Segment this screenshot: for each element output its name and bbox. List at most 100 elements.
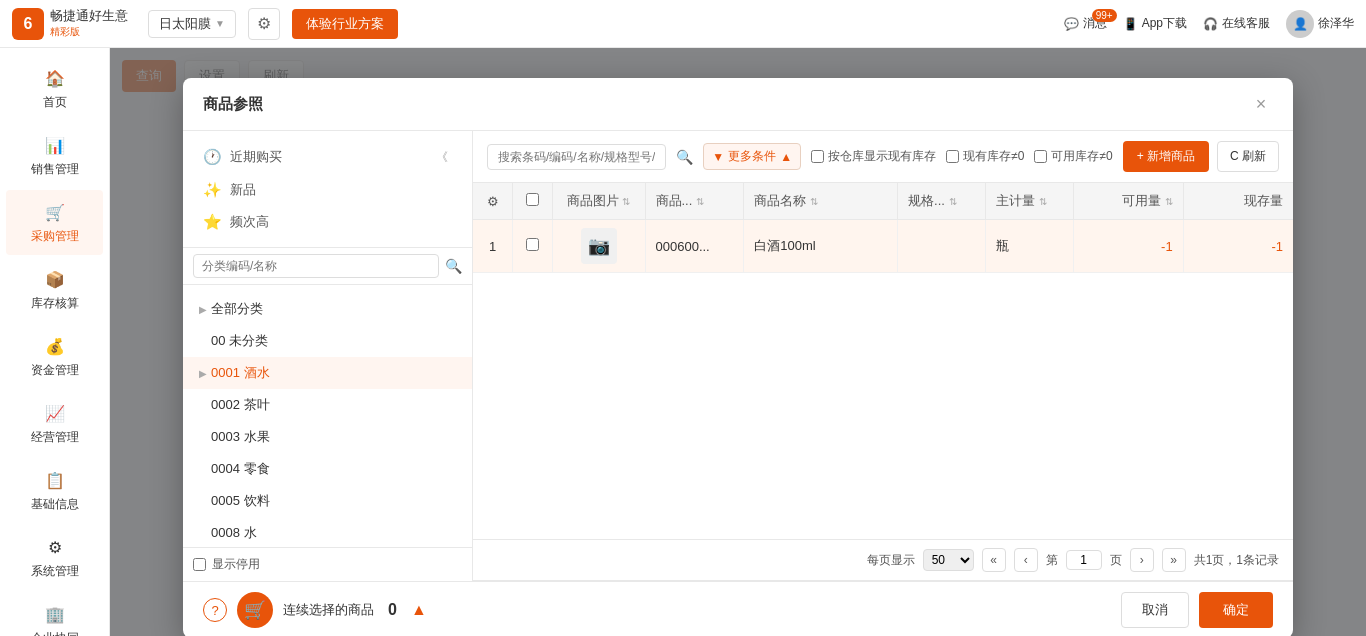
category-snack-label: 0004 零食 [211,460,270,478]
th-img[interactable]: 商品图片 ⇅ [552,183,645,220]
page-first-btn[interactable]: « [982,548,1006,572]
store-selector[interactable]: 日太阳膜 ▼ [148,10,236,38]
category-uncategorized-label: 00 未分类 [211,332,268,350]
settings-gear-icon[interactable]: ⚙ [248,8,280,40]
th-unit[interactable]: 主计量 ⇅ [985,183,1073,220]
experience-btn[interactable]: 体验行业方案 [292,9,398,39]
sort-name-icon: ⇅ [810,196,818,207]
th-avail-label: 可用量 [1122,193,1161,208]
category-item-water[interactable]: 0008 水 [183,517,472,547]
stock-nonzero-checkbox[interactable] [946,150,959,163]
sidebar-item-inventory[interactable]: 📦 库存核算 [6,257,103,322]
add-product-btn[interactable]: + 新增商品 [1123,141,1209,172]
refresh-btn[interactable]: C 刷新 [1217,141,1279,172]
th-code[interactable]: 商品... ⇅ [645,183,744,220]
page-last-btn[interactable]: » [1162,548,1186,572]
product-img-icon: 📷 [588,235,610,257]
th-stock[interactable]: 现存量 [1183,183,1293,220]
sidebar-label-home: 首页 [43,94,67,111]
recent-section: 🕐 近期购买 《 ✨ 新品 ⭐ 频次高 [183,131,472,248]
service-item[interactable]: 🎧 在线客服 [1203,15,1270,32]
system-icon: ⚙ [43,535,67,559]
sidebar-item-purchase[interactable]: 🛒 采购管理 [6,190,103,255]
per-page-select[interactable]: 50 20 100 [923,549,974,571]
app-download-item[interactable]: 📱 App下载 [1123,15,1187,32]
sidebar-item-system[interactable]: ⚙ 系统管理 [6,525,103,590]
page-next-btn[interactable]: › [1130,548,1154,572]
modal-footer: ? 🛒 连续选择的商品 0 ▲ 取消 确定 [183,581,1293,636]
sidebar-item-basic[interactable]: 📋 基础信息 [6,458,103,523]
row-checkbox[interactable] [526,238,539,251]
category-item-beverage[interactable]: 0005 饮料 [183,485,472,517]
page-label: 第 [1046,552,1058,569]
th-code-label: 商品... [656,193,693,208]
sidebar-label-operation: 经营管理 [31,429,79,446]
warehouse-display-checkbox[interactable] [811,150,824,163]
usable-nonzero-checkbox-label[interactable]: 可用库存≠0 [1034,148,1112,165]
category-item-snack[interactable]: 0004 零食 [183,453,472,485]
footer-collapse-icon[interactable]: ▲ [411,601,427,619]
cart-btn[interactable]: 🛒 [237,592,273,628]
product-reference-modal: 商品参照 × 🕐 近期购买 《 [183,78,1293,636]
th-name[interactable]: 商品名称 ⇅ [744,183,898,220]
category-search-icon[interactable]: 🔍 [445,258,462,274]
sidebar-item-sales[interactable]: 📊 销售管理 [6,123,103,188]
row-img: 📷 [552,220,645,273]
product-search-icon[interactable]: 🔍 [676,149,693,165]
stock-nonzero-label: 现有库存≠0 [963,148,1024,165]
sidebar-item-home[interactable]: 🏠 首页 [6,56,103,121]
category-item-uncategorized[interactable]: 00 未分类 [183,325,472,357]
recent-item-frequent[interactable]: ⭐ 频次高 [193,207,462,237]
row-spec [898,220,986,273]
modal-right-panel: 🔍 ▼ 更多条件 ▲ 按仓库显示现有库存 [473,131,1293,581]
new-icon: ✨ [203,181,222,199]
more-filter-btn[interactable]: ▼ 更多条件 ▲ [703,143,801,170]
user-item[interactable]: 👤 徐泽华 [1286,10,1354,38]
recent-item-new[interactable]: ✨ 新品 [193,175,462,205]
category-liquor-label: 0001 酒水 [211,364,270,382]
th-spec[interactable]: 规格... ⇅ [898,183,986,220]
category-item-tea[interactable]: 0002 茶叶 [183,389,472,421]
help-icon-btn[interactable]: ? [203,598,227,622]
sales-icon: 📊 [43,133,67,157]
modal-close-button[interactable]: × [1249,92,1273,116]
logo-text-block: 畅捷通好生意 精彩版 [50,8,128,39]
product-search-input[interactable] [487,144,666,170]
page-unit: 页 [1110,552,1122,569]
sidebar-item-operation[interactable]: 📈 经营管理 [6,391,103,456]
category-search-input[interactable] [193,254,439,278]
message-badge: 99+ [1092,9,1117,22]
page-prev-btn[interactable]: ‹ [1014,548,1038,572]
sidebar-item-finance[interactable]: 💰 资金管理 [6,324,103,389]
warehouse-display-checkbox-label[interactable]: 按仓库显示现有库存 [811,148,936,165]
confirm-button[interactable]: 确定 [1199,592,1273,628]
message-item[interactable]: 💬 消息 99+ [1064,15,1107,32]
th-avail[interactable]: 可用量 ⇅ [1073,183,1183,220]
category-item-fruit[interactable]: 0003 水果 [183,421,472,453]
th-name-label: 商品名称 [754,193,806,208]
stock-nonzero-checkbox-label[interactable]: 现有库存≠0 [946,148,1024,165]
category-item-all[interactable]: ▶ 全部分类 [183,293,472,325]
product-table-wrapper: ⚙ 商品图片 ⇅ 商品... ⇅ [473,183,1293,540]
per-page-label: 每页显示 [867,552,915,569]
recent-item-purchase[interactable]: 🕐 近期购买 《 [193,141,462,173]
select-all-checkbox[interactable] [526,193,539,206]
sidebar-item-enterprise[interactable]: 🏢 企业协同 [6,592,103,636]
user-name: 徐泽华 [1318,15,1354,32]
usable-nonzero-checkbox[interactable] [1034,150,1047,163]
selected-label: 连续选择的商品 [283,601,374,619]
category-all-label: 全部分类 [211,300,263,318]
page-number-input[interactable] [1066,550,1102,570]
store-name: 日太阳膜 [159,15,211,33]
collapse-recent-btn[interactable]: 《 [432,147,452,167]
th-stock-label: 现存量 [1244,193,1283,208]
show-disabled-checkbox[interactable] [193,558,206,571]
logo-sub: 精彩版 [50,25,128,39]
category-item-liquor[interactable]: ▶ 0001 酒水 [183,357,472,389]
sort-code-icon: ⇅ [696,196,704,207]
all-arrow-icon: ▶ [199,304,207,315]
cancel-button[interactable]: 取消 [1121,592,1189,628]
service-label: 在线客服 [1222,15,1270,32]
table-row[interactable]: 1 📷 000600... 白酒100ml [473,220,1293,273]
row-check[interactable] [513,220,553,273]
